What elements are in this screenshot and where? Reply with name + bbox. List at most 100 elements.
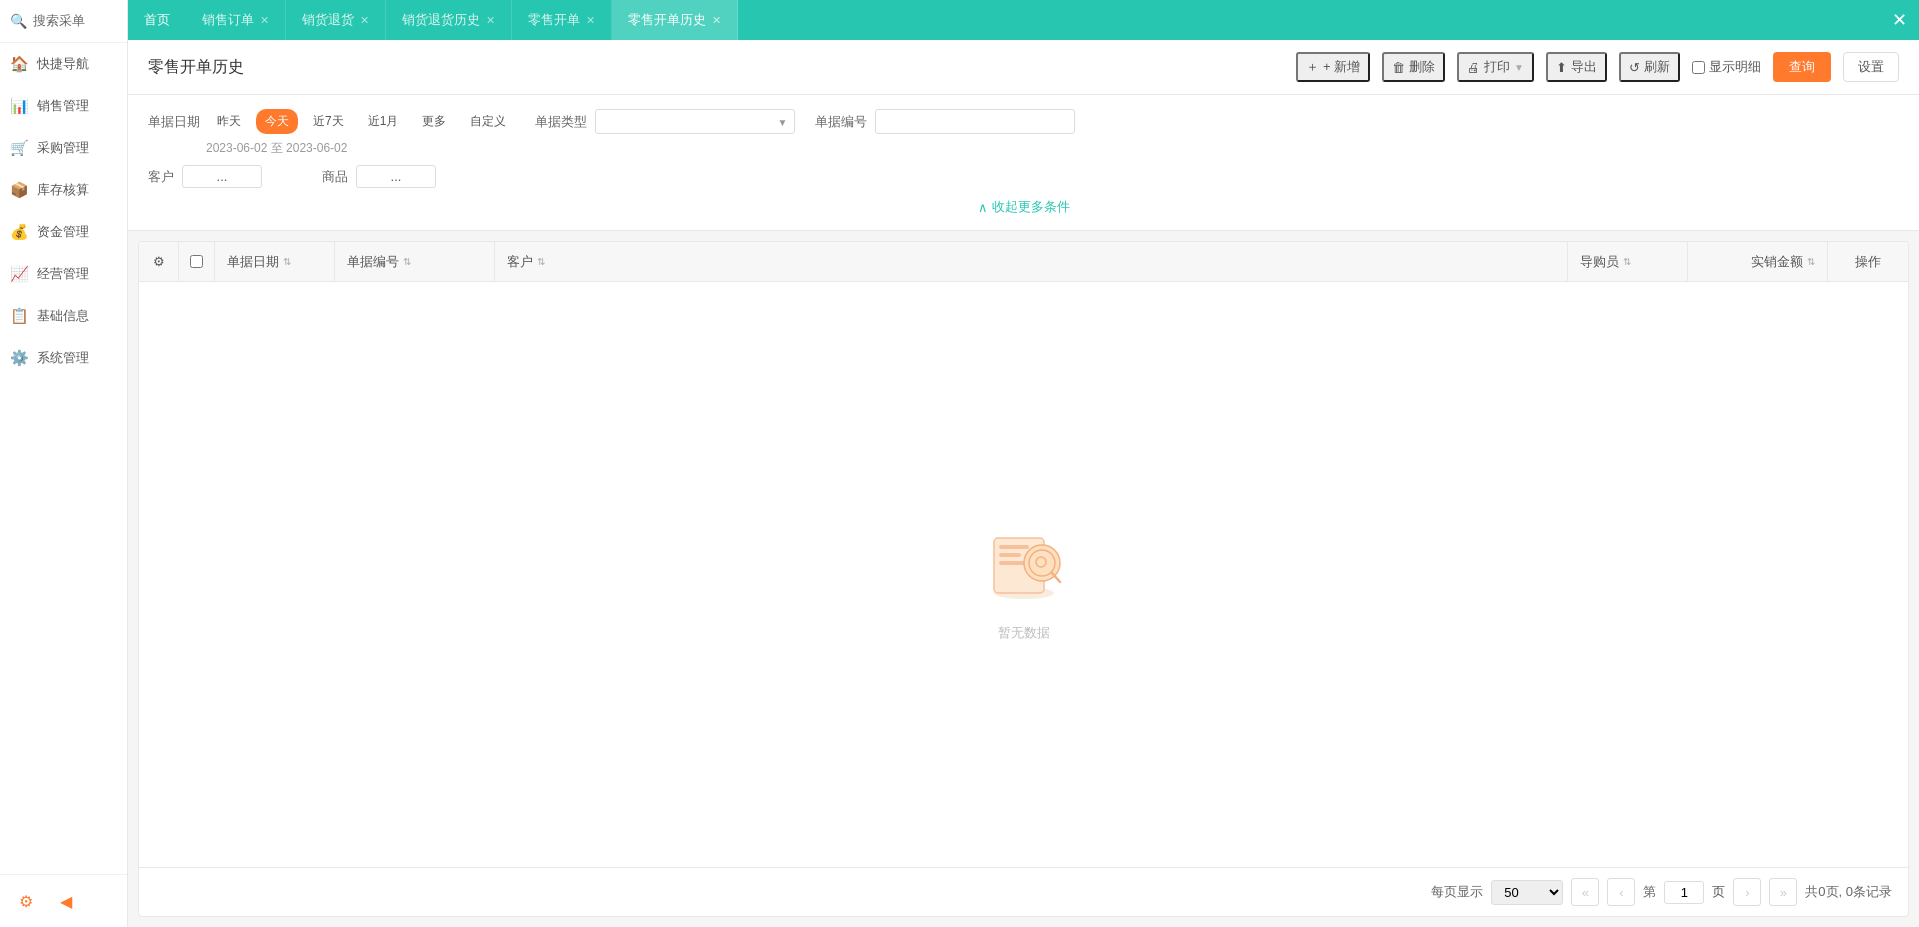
th-amount[interactable]: 实销金额 ⇅ [1688,242,1828,282]
sidebar-item-label: 采购管理 [37,139,89,157]
filter-area: 单据日期 昨天 今天 近7天 近1月 更多 自定义 单据类型 [128,95,1919,231]
sidebar: 🔍 搜索采单 🏠 快捷导航 📊 销售管理 🛒 采购管理 📦 库存核算 💰 资金管… [0,0,128,927]
th-guide[interactable]: 导购员 ⇅ [1568,242,1688,282]
th-num[interactable]: 单据编号 ⇅ [335,242,495,282]
per-page-select[interactable]: 50 10 20 100 [1491,880,1563,905]
goods-input[interactable]: ... [356,165,436,188]
collapse-more-btn[interactable]: ∧ 收起更多条件 [148,198,1899,216]
sidebar-item-finance[interactable]: 💰 资金管理 [0,211,127,253]
date-last7[interactable]: 近7天 [304,109,353,134]
customer-input[interactable]: ... [182,165,262,188]
next-page-button[interactable]: › [1733,878,1761,906]
print-button[interactable]: 🖨 打印 ▼ [1457,52,1534,82]
date-today[interactable]: 今天 [256,109,298,134]
tab-sales-return-history[interactable]: 销货退货历史 ✕ [386,0,512,40]
th-date-label: 单据日期 [227,253,279,271]
tab-retail-open-close[interactable]: ✕ [586,14,595,27]
close-icon: ✕ [1892,9,1907,31]
th-amount-label: 实销金额 [1751,253,1803,271]
th-ops-label: 操作 [1855,253,1881,271]
print-icon: 🖨 [1467,60,1480,75]
add-label: + 新增 [1323,58,1360,76]
delete-label: 删除 [1409,58,1435,76]
tab-retail-open-history-close[interactable]: ✕ [712,14,721,27]
prev-page-button[interactable]: ‹ [1607,878,1635,906]
date-btn-group: 昨天 今天 近7天 近1月 更多 自定义 [208,109,515,134]
date-more[interactable]: 更多 [413,109,455,134]
content-area: 零售开单历史 ＋ + 新增 🗑 删除 🖨 打印 ▼ ⬆ 导出 [128,40,1919,927]
cart-icon: 🛒 [10,139,29,157]
page-title: 零售开单历史 [148,57,244,78]
filter-bill-no: 单据编号 [815,109,1075,134]
tab-home[interactable]: 首页 [128,0,186,40]
tab-sales-return-history-label: 销货退货历史 [402,11,480,29]
select-all-checkbox[interactable] [190,255,203,268]
empty-text: 暂无数据 [998,624,1050,642]
collapse-icon: ∧ [978,200,988,215]
first-icon: « [1582,885,1589,900]
sidebar-item-system[interactable]: ⚙️ 系统管理 [0,337,127,379]
th-guide-sort-icon: ⇅ [1623,256,1631,267]
sidebar-item-inventory[interactable]: 📦 库存核算 [0,169,127,211]
date-yesterday[interactable]: 昨天 [208,109,250,134]
home-icon: 🏠 [10,55,29,73]
tab-retail-open-history[interactable]: 零售开单历史 ✕ [612,0,738,40]
th-date[interactable]: 单据日期 ⇅ [215,242,335,282]
show-detail-checkbox[interactable] [1692,61,1705,74]
delete-button[interactable]: 🗑 删除 [1382,52,1445,82]
bill-type-select[interactable] [595,109,795,134]
th-checkbox[interactable] [179,242,215,282]
sidebar-item-purchase[interactable]: 🛒 采购管理 [0,127,127,169]
total-info: 共0页, 0条记录 [1805,883,1892,901]
filter-date: 单据日期 昨天 今天 近7天 近1月 更多 自定义 [148,109,515,134]
tab-sales-return-history-close[interactable]: ✕ [486,14,495,27]
tab-sales-order[interactable]: 销售订单 ✕ [186,0,286,40]
tab-sales-order-close[interactable]: ✕ [260,14,269,27]
query-button[interactable]: 查询 [1773,52,1831,82]
th-guide-label: 导购员 [1580,253,1619,271]
page-input[interactable] [1664,881,1704,904]
sidebar-item-quick-nav[interactable]: 🏠 快捷导航 [0,43,127,85]
show-detail-label: 显示明细 [1709,58,1761,76]
chart-icon: 📊 [10,97,29,115]
page-header: 零售开单历史 ＋ + 新增 🗑 删除 🖨 打印 ▼ ⬆ 导出 [128,40,1919,95]
collapse-label: 收起更多条件 [992,198,1070,216]
main-area: 首页 销售订单 ✕ 销货退货 ✕ 销货退货历史 ✕ 零售开单 ✕ 零售开单历史 … [128,0,1919,927]
bill-no-label: 单据编号 [815,113,867,131]
th-customer[interactable]: 客户 ⇅ [495,242,1568,282]
date-last-month[interactable]: 近1月 [359,109,408,134]
settings-btn[interactable]: 设置 [1843,52,1899,82]
sidebar-item-sales[interactable]: 📊 销售管理 [0,85,127,127]
page-label-prefix: 第 [1643,883,1656,901]
th-gear[interactable]: ⚙ [139,242,179,282]
filter-row-1: 单据日期 昨天 今天 近7天 近1月 更多 自定义 单据类型 [148,109,1899,134]
bill-no-input[interactable] [875,109,1075,134]
date-range-text: 2023-06-02 至 2023-06-02 [206,140,347,157]
refresh-button[interactable]: ↺ 刷新 [1619,52,1680,82]
empty-illustration [974,508,1074,608]
sidebar-nav: 🏠 快捷导航 📊 销售管理 🛒 采购管理 📦 库存核算 💰 资金管理 📈 经营管… [0,43,127,874]
sidebar-item-basic[interactable]: 📋 基础信息 [0,295,127,337]
print-label: 打印 [1484,58,1510,76]
topbar: 首页 销售订单 ✕ 销货退货 ✕ 销货退货历史 ✕ 零售开单 ✕ 零售开单历史 … [128,0,1919,40]
sidebar-search[interactable]: 🔍 搜索采单 [0,0,127,43]
date-custom[interactable]: 自定义 [461,109,515,134]
tab-sales-return[interactable]: 销货退货 ✕ [286,0,386,40]
prev-icon: ‹ [1619,885,1623,900]
collapse-icon: ◀ [60,892,72,911]
tab-retail-open[interactable]: 零售开单 ✕ [512,0,612,40]
settings-button[interactable]: ⚙ [10,885,42,917]
collapse-button[interactable]: ◀ [50,885,82,917]
topbar-close-button[interactable]: ✕ [1879,0,1919,40]
sidebar-item-operation[interactable]: 📈 经营管理 [0,253,127,295]
sidebar-item-label: 基础信息 [37,307,89,325]
export-button[interactable]: ⬆ 导出 [1546,52,1607,82]
delete-icon: 🗑 [1392,60,1405,75]
tab-sales-return-close[interactable]: ✕ [360,14,369,27]
th-amount-sort-icon: ⇅ [1807,256,1815,267]
add-button[interactable]: ＋ + 新增 [1296,52,1370,82]
first-page-button[interactable]: « [1571,878,1599,906]
show-detail-checkbox-label[interactable]: 显示明细 [1692,58,1761,76]
last-page-button[interactable]: » [1769,878,1797,906]
print-dropdown-icon: ▼ [1514,62,1524,73]
